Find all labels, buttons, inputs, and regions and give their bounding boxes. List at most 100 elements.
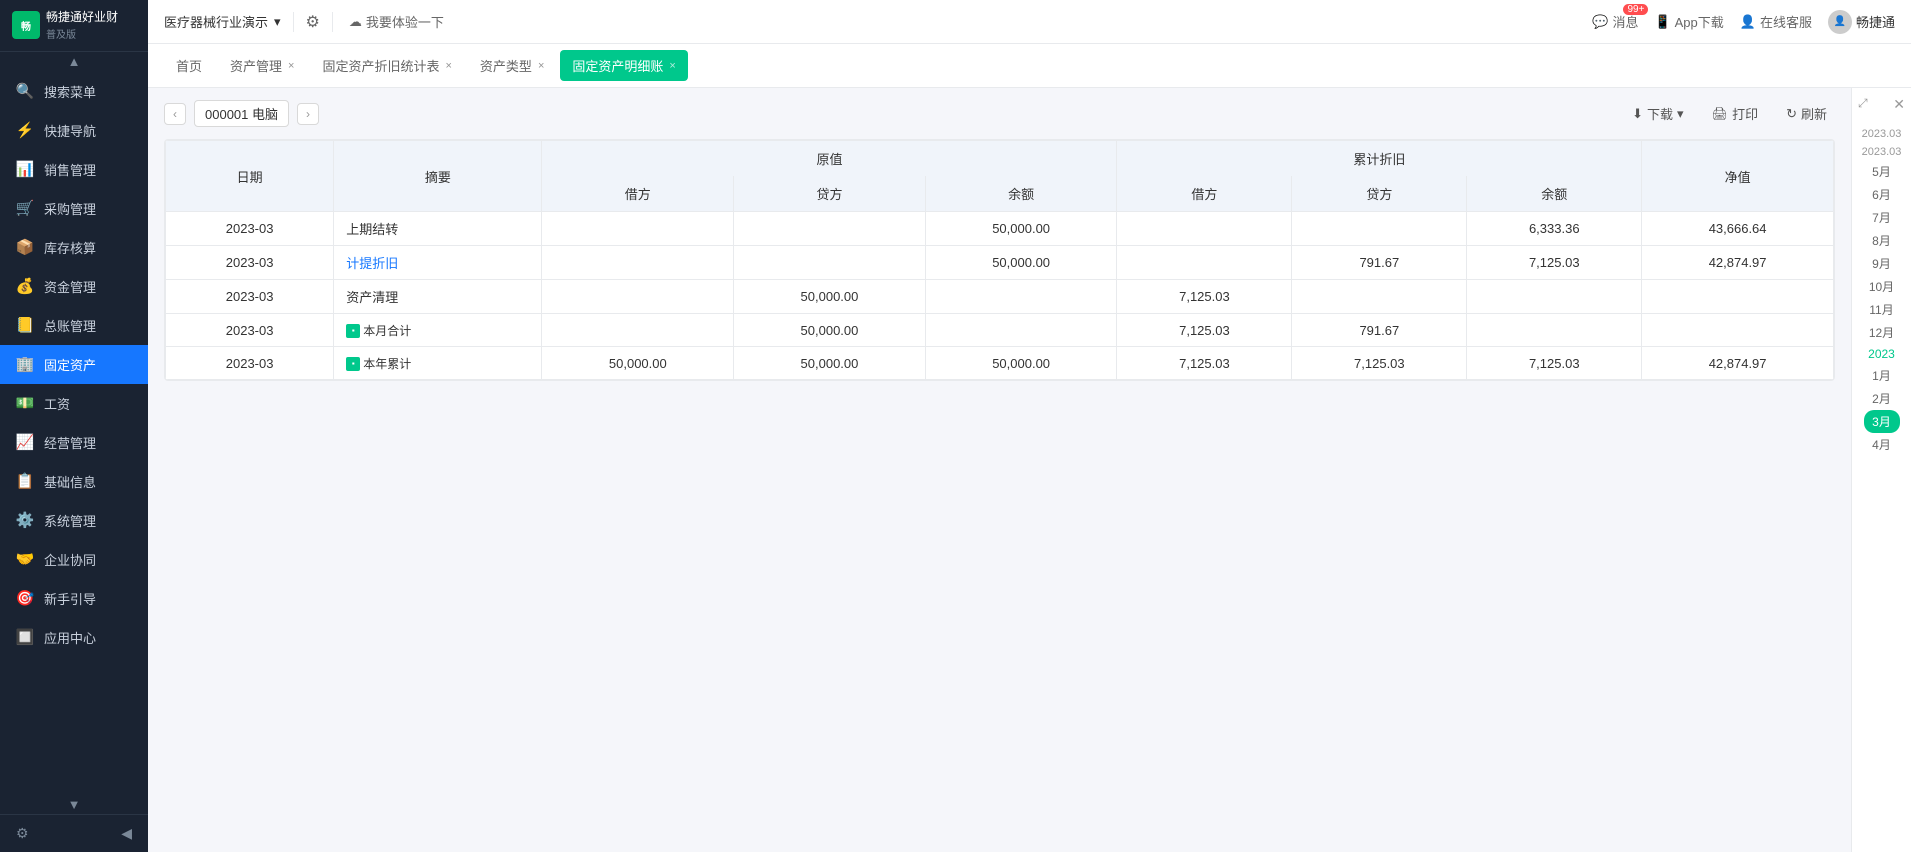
tab-asset-ledger-label: 固定资产明细账 [572, 56, 663, 75]
timeline-month-8月[interactable]: 8月 [1869, 229, 1894, 252]
search-icon: 🔍 [16, 82, 34, 100]
sidebar-item-general[interactable]: 📒 总账管理 [0, 306, 148, 345]
user-profile[interactable]: 👤 畅捷通 [1828, 10, 1895, 34]
timeline-month-3月[interactable]: 3月 [1864, 410, 1900, 433]
tab-depreciation-stat-close[interactable]: × [445, 60, 451, 72]
th-ov-credit: 贷方 [734, 176, 926, 212]
tab-asset-type[interactable]: 资产类型 × [468, 50, 556, 81]
online-service-label: 在线客服 [1760, 12, 1812, 31]
timeline-month-7月[interactable]: 7月 [1869, 206, 1894, 229]
sidebar: 畅 畅捷通好业财 普及版 ▲ 🔍 搜索菜单 ⚡ 快捷导航 📊 销售管理 🛒 采购… [0, 0, 148, 852]
sidebar-item-guide[interactable]: 🎯 新手引导 [0, 579, 148, 618]
print-label: 打印 [1732, 104, 1758, 123]
experience-button[interactable]: ☁ 我要体验一下 [349, 12, 444, 31]
tab-asset-mgmt-label: 资产管理 [230, 56, 282, 75]
timeline-month-5月[interactable]: 5月 [1869, 160, 1894, 183]
download-button[interactable]: ⬇ 下载 ▾ [1624, 100, 1691, 127]
experience-icon: ☁ [349, 14, 362, 30]
td-ad-debit [1117, 246, 1292, 280]
tab-depreciation-stat-label: 固定资产折旧统计表 [322, 56, 439, 75]
online-service-button[interactable]: 👤 在线客服 [1740, 12, 1812, 31]
timeline-month-1月[interactable]: 1月 [1864, 364, 1900, 387]
settings-icon[interactable]: ⚙ [16, 825, 29, 842]
tab-asset-mgmt[interactable]: 资产管理 × [218, 50, 306, 81]
print-button[interactable]: 🖨 打印 [1704, 100, 1767, 127]
timeline-year-current-2: 2023.03 [1862, 146, 1902, 158]
tab-asset-mgmt-close[interactable]: × [288, 60, 294, 72]
td-ov-credit: 50,000.00 [734, 347, 926, 380]
sidebar-item-search[interactable]: 🔍 搜索菜单 [0, 72, 148, 111]
tab-asset-type-label: 资产类型 [480, 56, 532, 75]
tab-home-label: 首页 [176, 56, 202, 75]
sidebar-item-fixedasset[interactable]: 🏢 固定资产 [0, 345, 148, 384]
table-row: 2023-03 资产清理 50,000.00 7,125.03 [166, 280, 1834, 314]
topbar-setting-icon[interactable]: ⚙ [306, 12, 320, 32]
avatar: 👤 [1828, 10, 1852, 34]
sidebar-item-label-sales: 销售管理 [44, 160, 96, 179]
sidebar-item-fund[interactable]: 💰 资金管理 [0, 267, 148, 306]
main-area: 医疗器械行业演示 ▾ ⚙ ☁ 我要体验一下 💬 消息 99+ 📱 App下载 👤… [148, 0, 1911, 852]
sidebar-item-label-quicknav: 快捷导航 [44, 121, 96, 140]
fund-icon: 💰 [16, 277, 34, 295]
summary-link[interactable]: 计提折旧 [346, 256, 398, 271]
operation-icon: 📈 [16, 433, 34, 451]
refresh-icon: ↻ [1786, 106, 1797, 122]
sidebar-item-label-guide: 新手引导 [44, 589, 96, 608]
collapse-sidebar-icon[interactable]: ◀ [121, 825, 132, 842]
tab-depreciation-stat[interactable]: 固定资产折旧统计表 × [310, 50, 463, 81]
timeline-expand-button[interactable]: ⤢ [1858, 96, 1868, 111]
tab-asset-type-close[interactable]: × [538, 60, 544, 72]
td-ad-balance [1467, 314, 1642, 347]
refresh-button[interactable]: ↻ 刷新 [1778, 100, 1835, 127]
sidebar-item-operation[interactable]: 📈 经营管理 [0, 423, 148, 462]
sidebar-item-inventory[interactable]: 📦 库存核算 [0, 228, 148, 267]
timeline-month-12月[interactable]: 12月 [1869, 321, 1894, 344]
topbar: 医疗器械行业演示 ▾ ⚙ ☁ 我要体验一下 💬 消息 99+ 📱 App下载 👤… [148, 0, 1911, 44]
timeline-month-2月[interactable]: 2月 [1864, 387, 1900, 410]
td-ov-debit [542, 212, 734, 246]
sidebar-item-label-inventory: 库存核算 [44, 238, 96, 257]
messages-button[interactable]: 💬 消息 99+ [1592, 12, 1638, 31]
sidebar-logo: 畅 [12, 11, 40, 39]
td-ad-debit: 7,125.03 [1117, 347, 1292, 380]
td-ad-balance: 7,125.03 [1467, 347, 1642, 380]
next-asset-button[interactable]: › [297, 103, 319, 125]
prev-asset-button[interactable]: ‹ [164, 103, 186, 125]
sidebar-item-salary[interactable]: 💵 工资 [0, 384, 148, 423]
company-selector[interactable]: 医疗器械行业演示 ▾ [164, 12, 281, 31]
tab-asset-ledger[interactable]: 固定资产明细账 × [560, 50, 687, 81]
sidebar-scroll-up[interactable]: ▲ [0, 52, 148, 72]
download-dropdown-icon: ▾ [1677, 106, 1684, 122]
timeline-month-11月[interactable]: 11月 [1869, 298, 1894, 321]
td-ad-credit [1292, 212, 1467, 246]
tag-icon: ▪ [346, 324, 360, 338]
app-download-button[interactable]: 📱 App下载 [1654, 12, 1723, 31]
sidebar-item-purchase[interactable]: 🛒 采购管理 [0, 189, 148, 228]
timeline-year-2023-label[interactable]: 2023 [1852, 344, 1911, 364]
sidebar-item-system[interactable]: ⚙️ 系统管理 [0, 501, 148, 540]
timeline-month-6月[interactable]: 6月 [1869, 183, 1894, 206]
ledger-table: 日期 摘要 原值 累计折旧 净值 借方 贷方 余额 借方 贷方 余额 [165, 140, 1834, 380]
sidebar-item-basic[interactable]: 📋 基础信息 [0, 462, 148, 501]
timeline-month-10月[interactable]: 10月 [1869, 275, 1894, 298]
timeline-month-4月[interactable]: 4月 [1864, 433, 1900, 456]
quicknav-icon: ⚡ [16, 121, 34, 139]
timeline-year-current-1: 2023.03 [1862, 128, 1902, 140]
tab-asset-ledger-close[interactable]: × [669, 60, 675, 72]
sidebar-item-sales[interactable]: 📊 销售管理 [0, 150, 148, 189]
sidebar-item-apps[interactable]: 🔲 应用中心 [0, 618, 148, 657]
guide-icon: 🎯 [16, 589, 34, 607]
purchase-icon: 🛒 [16, 199, 34, 217]
timeline-close-button[interactable]: ✕ [1893, 96, 1905, 113]
td-ad-credit: 791.67 [1292, 314, 1467, 347]
tabbar: 首页 资产管理 × 固定资产折旧统计表 × 资产类型 × 固定资产明细账 × [148, 44, 1911, 88]
sidebar-scroll-down[interactable]: ▼ [0, 794, 148, 814]
timeline-month-9月[interactable]: 9月 [1869, 252, 1894, 275]
sidebar-item-quicknav[interactable]: ⚡ 快捷导航 [0, 111, 148, 150]
sidebar-item-enterprise[interactable]: 🤝 企业协同 [0, 540, 148, 579]
td-ad-balance: 6,333.36 [1467, 212, 1642, 246]
td-ov-balance [925, 280, 1117, 314]
message-icon: 💬 [1592, 14, 1608, 30]
td-ov-debit: 50,000.00 [542, 347, 734, 380]
tab-home[interactable]: 首页 [164, 50, 214, 81]
